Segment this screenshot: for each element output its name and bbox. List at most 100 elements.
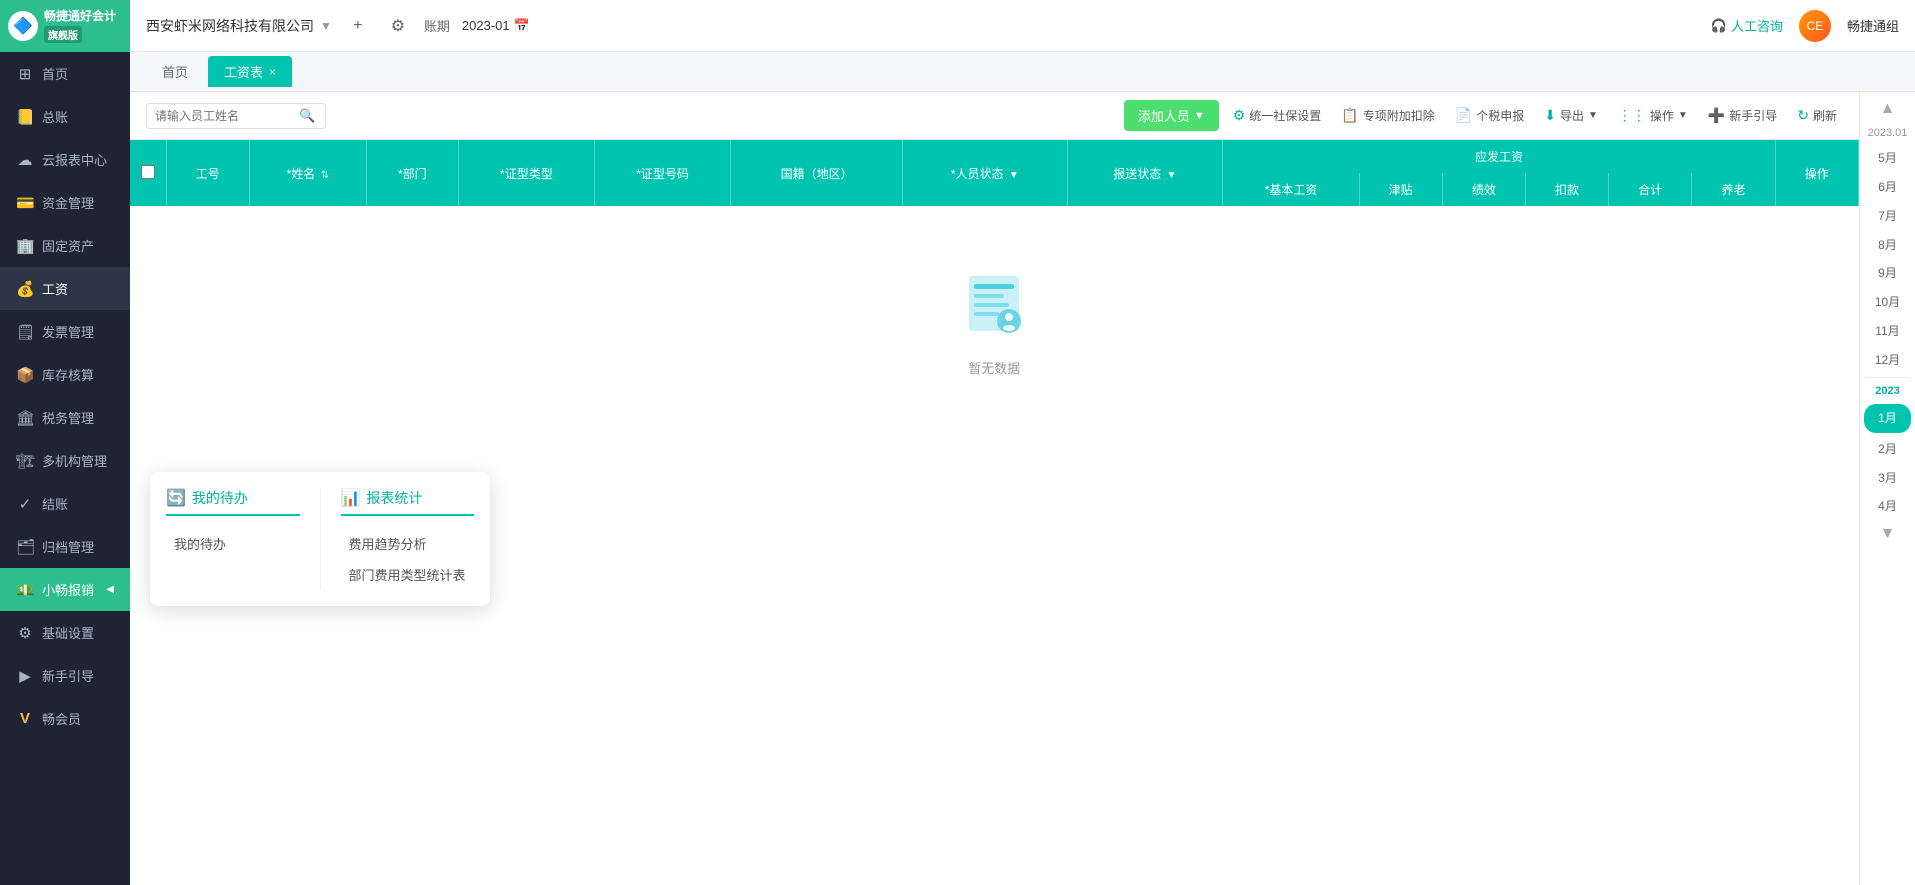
month-panel: ▲ 2023.01 5月 6月 7月 8月 9月 10月 11月 12月 202… [1859,92,1915,885]
month-item-3[interactable]: 3月 [1860,464,1915,493]
sidebar-item-archive[interactable]: 🗂 归档管理 [0,525,130,568]
ledger-icon: 📒 [16,108,34,126]
logo-sub: 旗舰版 [44,26,82,43]
sidebar-item-label: 畅会员 [42,709,81,728]
settings-button[interactable]: ⚙ [384,12,412,40]
new-guide-btn[interactable]: ➕ 新手引导 [1702,103,1783,128]
sidebar-item-fixed-assets[interactable]: 🏢 固定资产 [0,224,130,267]
th-employee-id: 工号 [166,140,249,206]
sidebar-item-label: 工资 [42,279,68,298]
sidebar-item-fund[interactable]: 💳 资金管理 [0,181,130,224]
month-item-4[interactable]: 4月 [1860,492,1915,521]
company-selector[interactable]: 西安虾米网络科技有限公司 ▼ [146,16,332,36]
sidebar-item-label: 结账 [42,494,68,513]
sidebar-item-accounts[interactable]: ✓ 结账 [0,482,130,525]
main-area: 西安虾米网络科技有限公司 ▼ + ⚙ 账期 2023-01 📅 🎧 人工咨询 C… [130,0,1915,885]
tab-close-button[interactable]: × [269,65,276,79]
popup-section-report: 📊 报表统计 费用趋势分析 部门费用类型统计表 [341,488,475,590]
sidebar-item-salary[interactable]: 💰 工资 [0,267,130,310]
logo-icon: 🔷 [8,11,38,41]
salary-icon: 💰 [16,280,34,298]
report-icon: 📊 [341,488,361,508]
sidebar-item-member[interactable]: V 畅会员 [0,697,130,740]
month-item-12[interactable]: 12月 [1860,346,1915,375]
refresh-icon: ↻ [1797,107,1809,124]
search-wrap: 🔍 [146,103,326,129]
tab-home-label: 首页 [162,62,188,81]
popup-item-mytodo[interactable]: 我的待办 [166,528,300,559]
add-company-button[interactable]: + [344,12,372,40]
period-value[interactable]: 2023-01 📅 [462,18,530,34]
sidebar-item-label: 基础设置 [42,623,94,642]
sidebar-item-home[interactable]: ⊞ 首页 [0,52,130,95]
month-item-8[interactable]: 8月 [1860,231,1915,260]
month-item-1-active[interactable]: 1月 [1864,404,1911,433]
user-avatar[interactable]: CE [1799,10,1831,42]
search-input[interactable] [155,109,295,123]
popup-todo-label: 我的待办 [192,488,248,508]
basic-icon: ⚙ [16,624,34,642]
month-item-5[interactable]: 5月 [1860,144,1915,173]
tab-home[interactable]: 首页 [146,56,204,87]
collapse-icon: ◀ [106,584,114,595]
tab-salary-table[interactable]: 工资表 × [208,56,292,87]
table-row: 暂无数据 [130,206,1859,437]
th-personnel-status: *人员状态 ▼ [903,140,1067,206]
month-item-10[interactable]: 10月 [1860,288,1915,317]
month-nav-down[interactable]: ▼ [1876,521,1900,547]
personal-tax-label: 个税申报 [1476,107,1524,124]
sidebar-item-invoice[interactable]: 🗒 发票管理 [0,310,130,353]
sidebar-item-label: 多机构管理 [42,451,107,470]
sidebar-item-label: 归档管理 [42,537,94,556]
invoice-icon: 🗒 [16,323,34,341]
sidebar-item-basic[interactable]: ⚙ 基础设置 [0,611,130,654]
user-name[interactable]: 畅捷通组 [1847,16,1899,35]
month-nav-up[interactable]: ▲ [1876,96,1900,122]
cloud-icon: ☁ [16,151,34,169]
month-item-11[interactable]: 11月 [1860,317,1915,346]
th-send-status: 报送状态 ▼ [1067,140,1223,206]
empty-illustration [954,266,1034,346]
personal-tax-btn[interactable]: 📄 个税申报 [1449,103,1530,128]
table-toolbar: 🔍 添加人员 ▼ ⚙ 统一社保设置 📋 专项附加扣除 [130,92,1859,140]
popup-menu: 🔄 我的待办 我的待办 📊 报表统计 费用趋势分析 部门费用类型统计表 [150,472,490,606]
unified-social-btn[interactable]: ⚙ 统一社保设置 [1227,103,1328,128]
select-all-checkbox[interactable] [141,165,155,179]
home-icon: ⊞ [16,65,34,83]
sidebar-item-tax[interactable]: 🏛 税务管理 [0,396,130,439]
year-label-2023: 2023.01 [1866,122,1910,144]
popup-section-todo: 🔄 我的待办 我的待办 [166,488,300,590]
popup-report-title: 📊 报表统计 [341,488,475,516]
salary-table: 工号 *姓名 ⇅ *部门 *证型类型 *证型号码 国籍（地区） *人员状态 [130,140,1859,437]
sidebar-item-inventory[interactable]: 📦 库存核算 [0,353,130,396]
sidebar-item-label: 小畅报销 [42,580,94,599]
sidebar-item-ledger[interactable]: 📒 总账 [0,95,130,138]
export-btn[interactable]: ⬇ 导出 ▼ [1538,103,1604,128]
sidebar-item-label: 总账 [42,107,68,126]
guide-icon: ▶ [16,667,34,685]
logo-title: 畅捷通好会计 [44,9,116,25]
add-person-button[interactable]: 添加人员 ▼ [1124,100,1219,131]
accounts-icon: ✓ [16,495,34,513]
app-logo: 🔷 畅捷通好会计 旗舰版 [0,0,130,52]
popup-item-dept-expense[interactable]: 部门费用类型统计表 [341,559,475,590]
month-item-9[interactable]: 9月 [1860,259,1915,288]
month-item-6[interactable]: 6月 [1860,173,1915,202]
company-dropdown-icon: ▼ [320,19,332,33]
tax-report-icon: 📄 [1455,107,1472,124]
special-deduction-btn[interactable]: 📋 专项附加扣除 [1335,103,1440,128]
sidebar-item-cloud-report[interactable]: ☁ 云报表中心 [0,138,130,181]
sidebar-item-guide[interactable]: ▶ 新手引导 [0,654,130,697]
popup-item-expense-trend[interactable]: 费用趋势分析 [341,528,475,559]
sidebar-item-expense[interactable]: 💵 小畅报销 ◀ [0,568,130,611]
refresh-btn[interactable]: ↻ 刷新 [1791,103,1843,128]
refresh-label: 刷新 [1813,107,1837,124]
period-date: 2023-01 [462,18,510,33]
search-icon[interactable]: 🔍 [299,108,315,124]
th-action: 操作 [1775,140,1858,206]
sidebar-item-multi-org[interactable]: 🏗 多机构管理 [0,439,130,482]
customer-service-button[interactable]: 🎧 人工咨询 [1711,16,1783,35]
month-item-7[interactable]: 7月 [1860,202,1915,231]
operation-btn[interactable]: ⋮⋮ 操作 ▼ [1612,103,1694,128]
month-item-2[interactable]: 2月 [1860,435,1915,464]
